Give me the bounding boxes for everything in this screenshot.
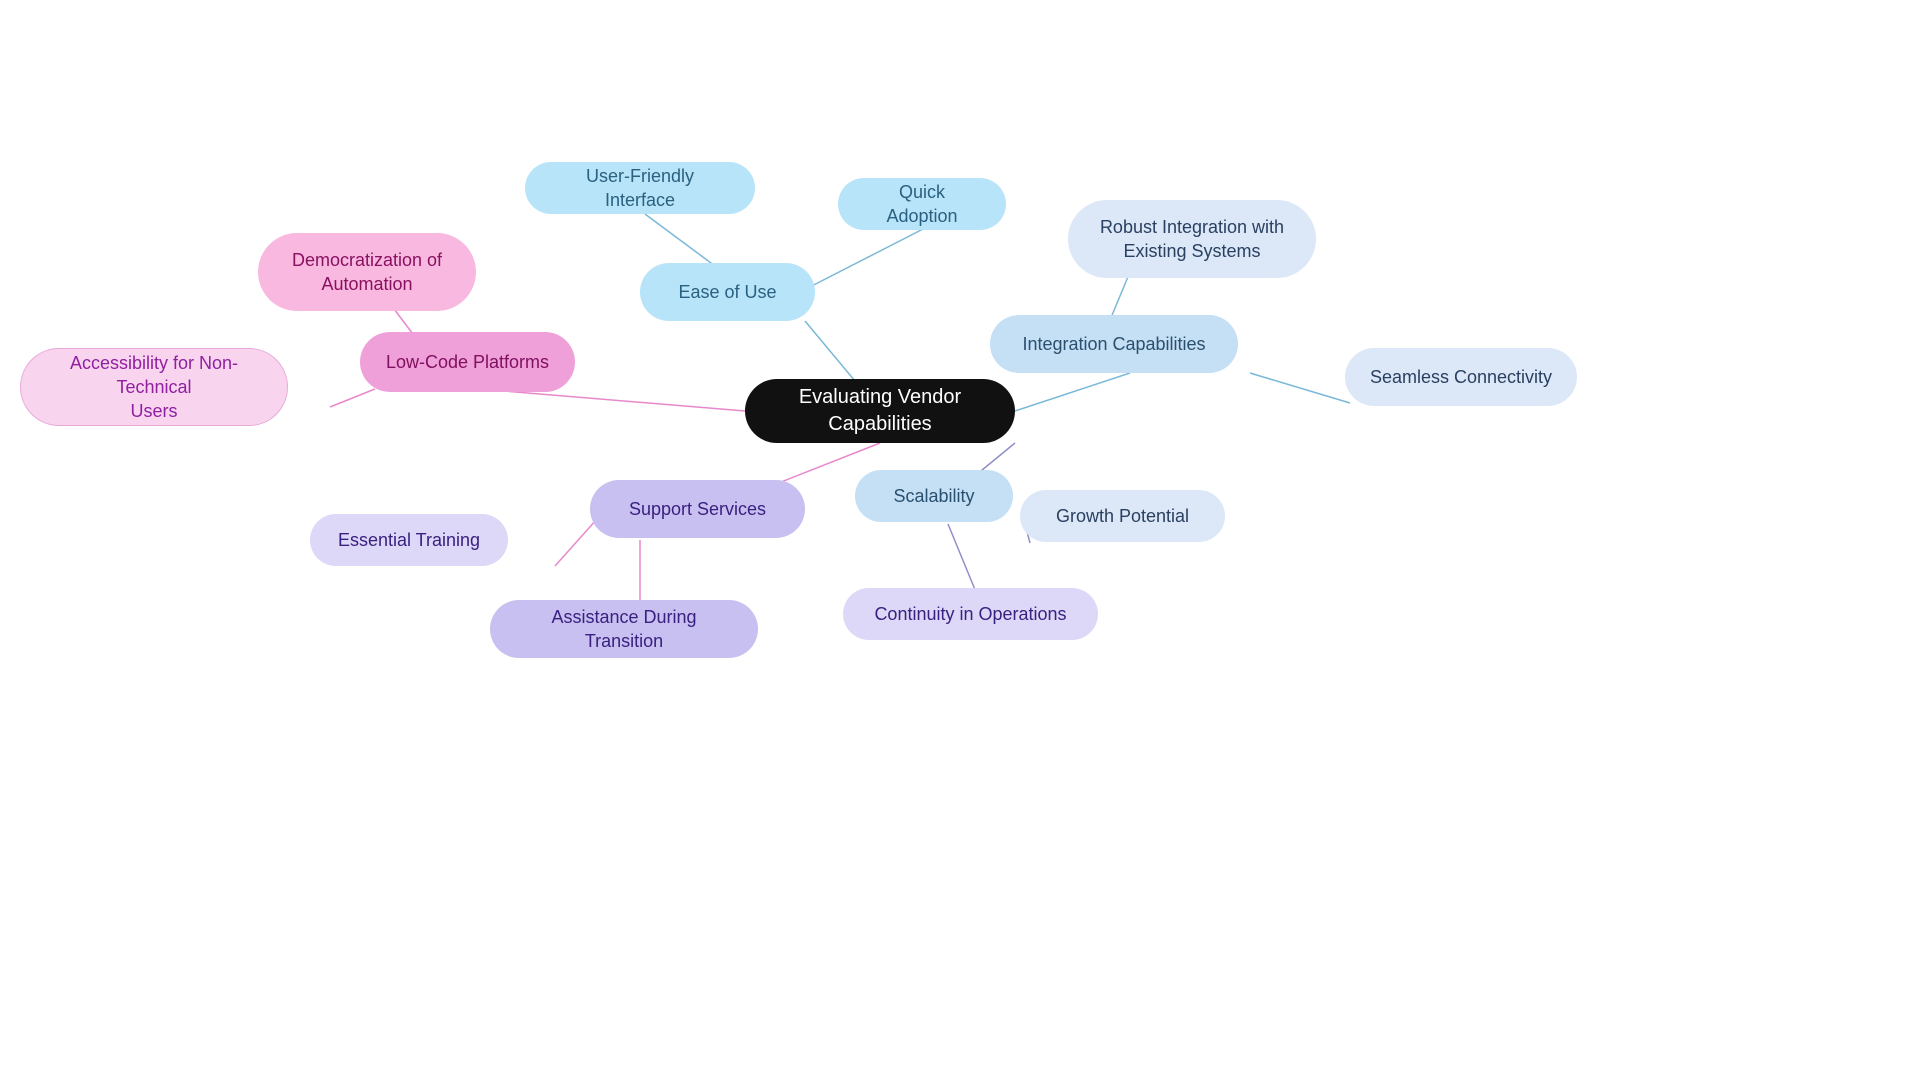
- democratization-label: Democratization of Automation: [292, 248, 442, 297]
- low-code-label: Low-Code Platforms: [386, 350, 549, 374]
- essential-training-label: Essential Training: [338, 528, 480, 552]
- seamless-node: Seamless Connectivity: [1345, 348, 1577, 406]
- ease-of-use-node: Ease of Use: [640, 263, 815, 321]
- center-node: Evaluating Vendor Capabilities: [745, 379, 1015, 443]
- ease-of-use-label: Ease of Use: [678, 280, 776, 304]
- user-friendly-label: User-Friendly Interface: [549, 164, 731, 213]
- integration-node: Integration Capabilities: [990, 315, 1238, 373]
- seamless-label: Seamless Connectivity: [1370, 365, 1552, 389]
- growth-label: Growth Potential: [1056, 504, 1189, 528]
- accessibility-label: Accessibility for Non-Technical Users: [45, 351, 263, 424]
- support-label: Support Services: [629, 497, 766, 521]
- accessibility-node: Accessibility for Non-Technical Users: [20, 348, 288, 426]
- low-code-node: Low-Code Platforms: [360, 332, 575, 392]
- robust-integration-node: Robust Integration with Existing Systems: [1068, 200, 1316, 278]
- integration-label: Integration Capabilities: [1022, 332, 1205, 356]
- essential-training-node: Essential Training: [310, 514, 508, 566]
- scalability-label: Scalability: [893, 484, 974, 508]
- support-node: Support Services: [590, 480, 805, 538]
- quick-adoption-label: Quick Adoption: [862, 180, 982, 229]
- robust-integration-label: Robust Integration with Existing Systems: [1100, 215, 1284, 264]
- center-node-label: Evaluating Vendor Capabilities: [769, 384, 991, 438]
- scalability-node: Scalability: [855, 470, 1013, 522]
- democratization-node: Democratization of Automation: [258, 233, 476, 311]
- assistance-label: Assistance During Transition: [514, 605, 734, 654]
- continuity-label: Continuity in Operations: [874, 602, 1066, 626]
- continuity-node: Continuity in Operations: [843, 588, 1098, 640]
- assistance-node: Assistance During Transition: [490, 600, 758, 658]
- growth-node: Growth Potential: [1020, 490, 1225, 542]
- quick-adoption-node: Quick Adoption: [838, 178, 1006, 230]
- user-friendly-node: User-Friendly Interface: [525, 162, 755, 214]
